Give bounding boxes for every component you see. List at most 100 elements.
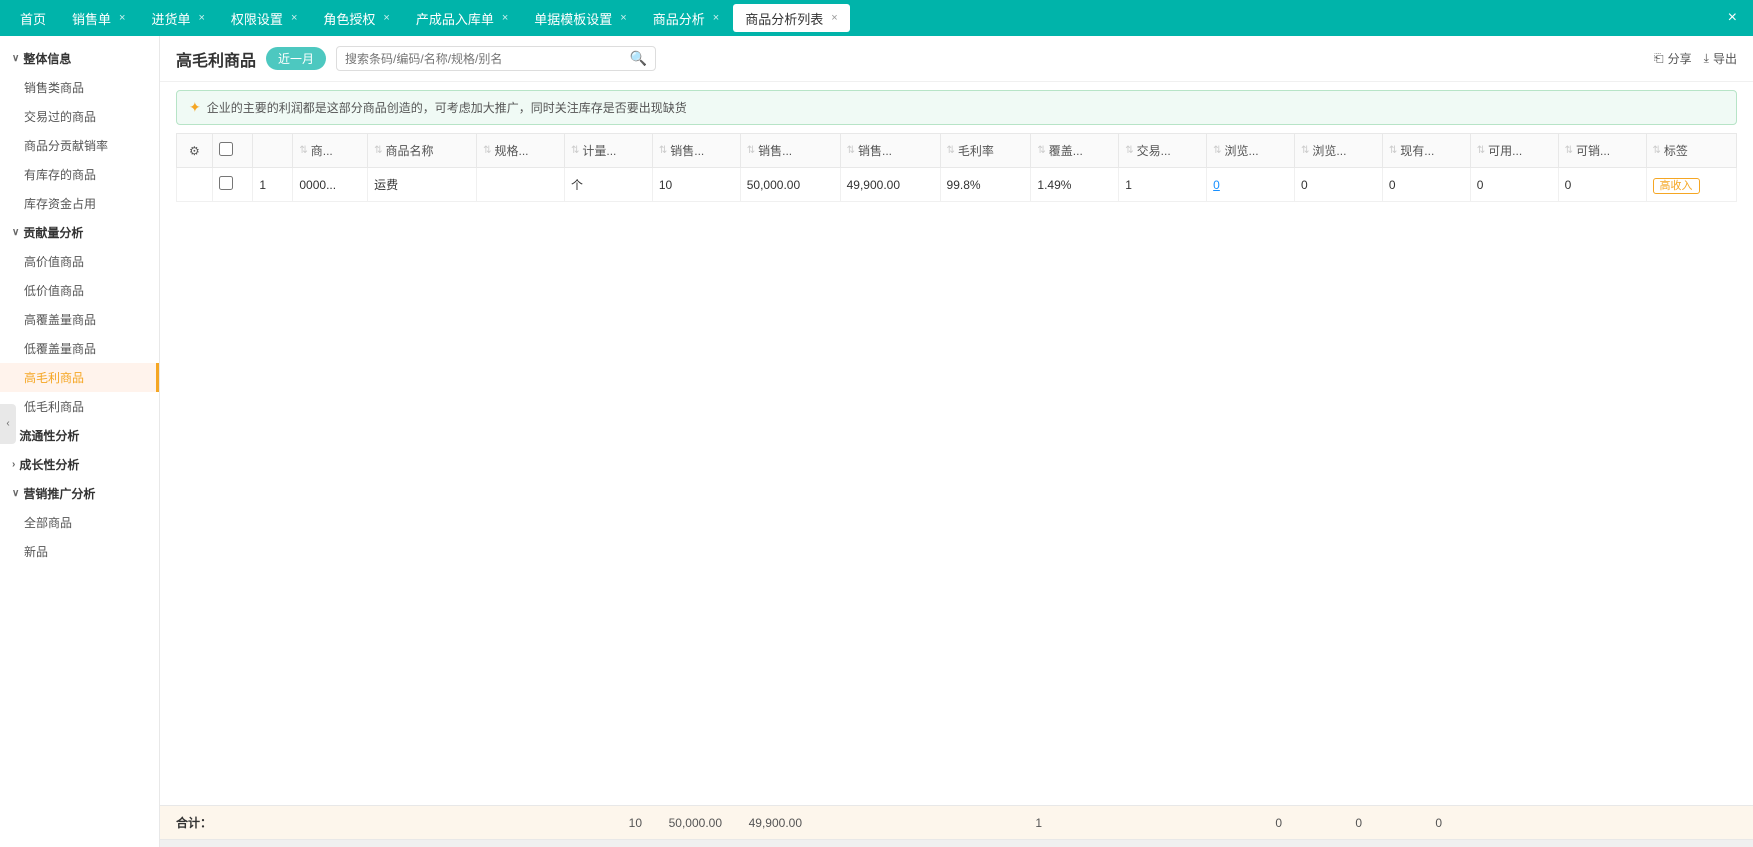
cell-grossRate: 99.8% [940, 168, 1031, 202]
col-header-coverage[interactable]: ⇅覆盖... [1031, 134, 1119, 168]
col-header-browse2[interactable]: ⇅浏览... [1295, 134, 1383, 168]
col-label-grossRate: 毛利率 [958, 142, 994, 159]
section-arrow-icon: › [12, 459, 15, 470]
settings-icon[interactable]: ⚙ [189, 144, 200, 158]
cell-salesQty: 10 [652, 168, 740, 202]
nav-item-单据模板设置[interactable]: 单据模板设置× [522, 4, 638, 32]
nav-close-icon[interactable]: × [831, 12, 837, 24]
sidebar-item-高覆盖量商品[interactable]: 高覆盖量商品 [0, 305, 159, 334]
nav-close-icon[interactable]: × [198, 12, 204, 24]
sidebar-item-全部商品[interactable]: 全部商品 [0, 508, 159, 537]
col-header-saleable[interactable]: ⇅可销... [1558, 134, 1646, 168]
nav-item-首页[interactable]: 首页 [8, 4, 58, 32]
sidebar-item-高价值商品[interactable]: 高价值商品 [0, 247, 159, 276]
nav-item-销售单[interactable]: 销售单× [60, 4, 137, 32]
sort-icon-salesAmt[interactable]: ⇅ [747, 145, 755, 156]
search-icon[interactable]: 🔍 [630, 50, 647, 67]
sidebar-section-成长性分析[interactable]: ›成长性分析 [0, 450, 159, 479]
col-label-trade: 交易... [1137, 142, 1171, 159]
sidebar-item-低价值商品[interactable]: 低价值商品 [0, 276, 159, 305]
col-label-browse2: 浏览... [1312, 142, 1346, 159]
nav-item-角色授权[interactable]: 角色授权× [311, 4, 401, 32]
horizontal-scrollbar[interactable] [160, 839, 1753, 847]
row-checkbox[interactable] [219, 176, 233, 190]
col-label-unit: 计量... [582, 142, 616, 159]
sidebar-collapse-button[interactable]: ‹ [0, 404, 16, 444]
col-header-tag[interactable]: ⇅标签 [1646, 134, 1736, 168]
section-title-label: 流通性分析 [19, 427, 79, 444]
footer-label: 合计： [176, 814, 212, 831]
sidebar-section-流通性分析[interactable]: ›流通性分析 [0, 421, 159, 450]
nav-item-商品分析[interactable]: 商品分析× [641, 4, 731, 32]
col-header-unit[interactable]: ⇅计量... [564, 134, 652, 168]
filter-recent-month-button[interactable]: 近一月 [266, 47, 326, 70]
nav-item-权限设置[interactable]: 权限设置× [219, 4, 309, 32]
sidebar-item-低覆盖量商品[interactable]: 低覆盖量商品 [0, 334, 159, 363]
col-header-trade[interactable]: ⇅ 交易... [1119, 134, 1207, 168]
cell-spec [477, 168, 565, 202]
col-header-browse1[interactable]: ⇅浏览... [1207, 134, 1295, 168]
table-footer: 合计： 10 50,000.00 49,900.00 1 0 0 0 [160, 805, 1753, 839]
sidebar-item-高毛利商品[interactable]: 高毛利商品 [0, 363, 159, 392]
sort-icon-salesNet[interactable]: ⇅ [847, 145, 855, 156]
sort-icon-trade[interactable]: ⇅ [1125, 145, 1133, 156]
sort-icon-salesQty[interactable]: ⇅ [659, 145, 667, 156]
col-header-spec[interactable]: ⇅规格... [477, 134, 565, 168]
sidebar-item-库存资金占用[interactable]: 库存资金占用 [0, 189, 159, 218]
cell-settings[interactable] [177, 168, 213, 202]
col-header-available[interactable]: ⇅可用... [1470, 134, 1558, 168]
sort-icon-current[interactable]: ⇅ [1389, 145, 1397, 156]
share-button[interactable]: ⎗ 分享 [1654, 50, 1692, 67]
nav-item-产成品入库单[interactable]: 产成品入库单× [404, 4, 520, 32]
sidebar-item-低毛利商品[interactable]: 低毛利商品 [0, 392, 159, 421]
sidebar-section-营销推广分析[interactable]: ∨营销推广分析 [0, 479, 159, 508]
nav-close-icon[interactable]: × [713, 12, 719, 24]
section-title-label: 营销推广分析 [23, 485, 95, 502]
link-cell-browse1[interactable]: 0 [1213, 178, 1220, 192]
sort-icon-saleable[interactable]: ⇅ [1565, 145, 1573, 156]
sidebar-item-有库存的商品[interactable]: 有库存的商品 [0, 160, 159, 189]
sort-icon-browse2[interactable]: ⇅ [1301, 145, 1309, 156]
col-header-salesNet[interactable]: ⇅销售... [840, 134, 940, 168]
col-header-salesQty[interactable]: ⇅销售... [652, 134, 740, 168]
nav-close-icon[interactable]: × [119, 12, 125, 24]
col-label-available: 可用... [1488, 142, 1522, 159]
footer-saleable: 0 [1368, 816, 1448, 830]
nav-close-icon[interactable]: × [383, 12, 389, 24]
cell-browse1[interactable]: 0 [1207, 168, 1295, 202]
sort-icon-code[interactable]: ⇅ [299, 145, 307, 156]
select-all-checkbox[interactable] [219, 142, 233, 156]
cell-checkbox[interactable] [212, 168, 253, 202]
sidebar-item-商品分贡献销率[interactable]: 商品分贡献销率 [0, 131, 159, 160]
col-header-checkbox[interactable] [212, 134, 253, 168]
export-button[interactable]: ⤓ 导出 [1704, 50, 1737, 67]
sort-icon-browse1[interactable]: ⇅ [1213, 145, 1221, 156]
sort-icon-coverage[interactable]: ⇅ [1037, 145, 1045, 156]
sort-icon-name[interactable]: ⇅ [374, 145, 382, 156]
nav-item-进货单[interactable]: 进货单× [139, 4, 216, 32]
nav-close-icon[interactable]: × [620, 12, 626, 24]
sidebar-item-新品[interactable]: 新品 [0, 537, 159, 566]
col-header-grossRate[interactable]: ⇅毛利率 [940, 134, 1031, 168]
sort-icon-tag[interactable]: ⇅ [1653, 145, 1661, 156]
sort-icon-grossRate[interactable]: ⇅ [947, 145, 955, 156]
col-header-code[interactable]: ⇅商... [293, 134, 368, 168]
sort-icon-available[interactable]: ⇅ [1477, 145, 1485, 156]
cell-code: 0000... [293, 168, 368, 202]
nav-close-icon[interactable]: × [502, 12, 508, 24]
col-header-settings[interactable]: ⚙ [177, 134, 213, 168]
sidebar-section-贡献量分析[interactable]: ∨贡献量分析 [0, 218, 159, 247]
col-header-salesAmt[interactable]: ⇅销售... [740, 134, 840, 168]
sidebar-section-整体信息[interactable]: ∨整体信息 [0, 44, 159, 73]
sidebar-item-销售类商品[interactable]: 销售类商品 [0, 73, 159, 102]
sort-icon-unit[interactable]: ⇅ [571, 145, 579, 156]
sidebar-item-交易过的商品[interactable]: 交易过的商品 [0, 102, 159, 131]
col-header-index[interactable] [253, 134, 293, 168]
nav-item-商品分析列表[interactable]: 商品分析列表× [733, 4, 849, 32]
col-header-name[interactable]: ⇅商品名称 [368, 134, 477, 168]
close-all-button[interactable]: × [1720, 9, 1745, 27]
search-input[interactable] [345, 52, 624, 66]
nav-close-icon[interactable]: × [291, 12, 297, 24]
col-header-current[interactable]: ⇅现有... [1382, 134, 1470, 168]
sort-icon-spec[interactable]: ⇅ [483, 145, 491, 156]
